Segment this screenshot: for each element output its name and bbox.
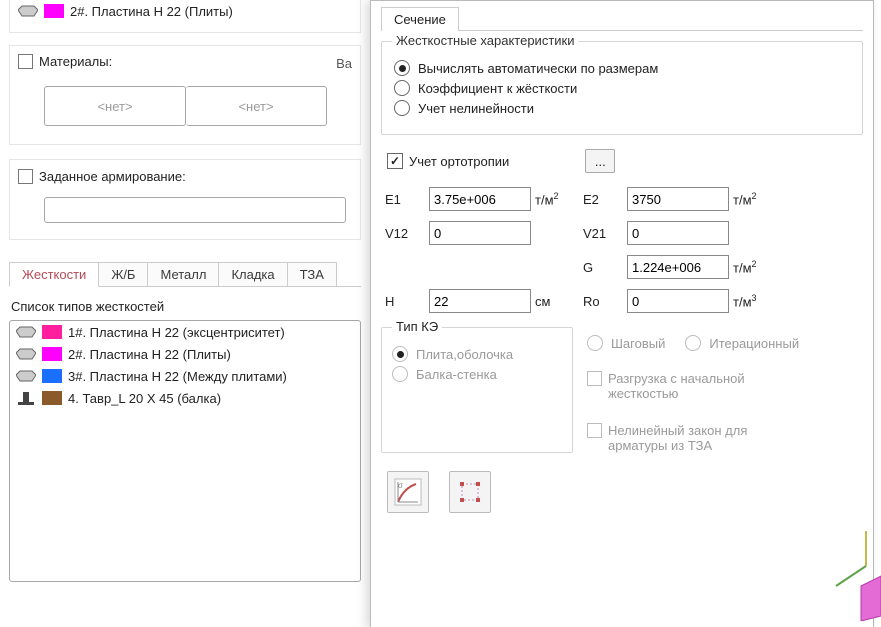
color-swatch [42, 347, 62, 361]
tab-metal[interactable]: Металл [147, 262, 219, 286]
reinforcement-checkbox[interactable]: Заданное армирование: [18, 169, 186, 184]
materials-label: Материалы: [39, 54, 112, 69]
tab-masonry[interactable]: Кладка [218, 262, 287, 286]
material-cell-2[interactable]: <нет> [186, 86, 327, 126]
unit: т/м2 [733, 259, 773, 275]
orthotropy-label: Учет ортотропии [409, 154, 509, 169]
label-e2: E2 [583, 192, 619, 207]
tab-tza[interactable]: ТЗА [287, 262, 337, 286]
parameter-grid: E1 т/м2 E2 т/м2 V12 V21 G т/м2 H см [385, 187, 863, 313]
label-v12: V12 [385, 226, 421, 241]
label-g: G [583, 260, 619, 275]
stiffness-list[interactable]: 1#. Пластина H 22 (эксцентриситет) 2#. П… [9, 320, 361, 582]
list-title: Список типов жесткостей [11, 299, 361, 314]
list-item-label: 4. Тавр_L 20 X 45 (балка) [68, 391, 221, 406]
unload-checkbox: Разгрузка с начальной жесткостью [587, 371, 808, 401]
group-legend: Жесткостные характеристики [392, 33, 578, 48]
top-item-label: 2#. Пластина H 22 (Плиты) [70, 4, 233, 19]
unit: т/м2 [733, 191, 773, 207]
radio-step: Шаговый [587, 335, 665, 351]
list-item[interactable]: 4. Тавр_L 20 X 45 (балка) [10, 387, 360, 409]
radio-icon [394, 100, 410, 116]
radio-wall: Балка-стенка [392, 366, 562, 382]
unit: т/м2 [535, 191, 575, 207]
input-h[interactable] [429, 289, 531, 313]
radio-icon [392, 366, 408, 382]
label-e1: E1 [385, 192, 421, 207]
unit: см [535, 294, 575, 309]
orthotropy-checkbox[interactable]: Учет ортотропии [387, 153, 509, 169]
label-ro: Ro [583, 294, 619, 309]
slab-icon [16, 367, 36, 385]
list-item-label: 1#. Пластина H 22 (эксцентриситет) [68, 325, 285, 340]
checkbox-icon [587, 423, 602, 438]
left-panel: 2#. Пластина H 22 (Плиты) Материалы: Ва … [0, 0, 371, 627]
tab-section[interactable]: Сечение [381, 7, 459, 31]
group-legend: Тип КЭ [392, 319, 442, 334]
radio-icon [394, 80, 410, 96]
radio-plate: Плита,оболочка [392, 346, 562, 362]
radio-icon [587, 335, 603, 351]
slab-icon [18, 2, 38, 20]
label-v21: V21 [583, 226, 619, 241]
radio-coef[interactable]: Коэффициент к жёсткости [394, 80, 850, 96]
tab-stiffness[interactable]: Жесткости [9, 262, 99, 287]
radio-nonlinear[interactable]: Учет нелинейности [394, 100, 850, 116]
more-button[interactable]: ... [585, 149, 615, 173]
slab-icon [16, 323, 36, 341]
check-icon [387, 153, 403, 169]
radio-icon [394, 60, 410, 76]
tab-rc[interactable]: Ж/Б [98, 262, 148, 286]
reinforcement-input[interactable] [44, 197, 346, 223]
input-e1[interactable] [429, 187, 531, 211]
stiffness-group: Жесткостные характеристики Вычислять авт… [381, 41, 863, 135]
input-e2[interactable] [627, 187, 729, 211]
axis-3d-icon [826, 526, 881, 621]
list-item-label: 2#. Пластина H 22 (Плиты) [68, 347, 231, 362]
radio-icon [392, 346, 408, 362]
slab-icon [16, 345, 36, 363]
radio-icon [685, 335, 701, 351]
svg-text:σ: σ [398, 481, 403, 490]
nonlinear-rebar-checkbox: Нелинейный закон для арматуры из ТЗА [587, 423, 808, 453]
ke-type-group: Тип КЭ Плита,оболочка Балка-стенка [381, 327, 573, 453]
checkbox-icon [18, 54, 33, 69]
dialog-tabs: Сечение [381, 7, 863, 31]
input-g[interactable] [627, 255, 729, 279]
tab-bar: Жесткости Ж/Б Металл Кладка ТЗА [9, 262, 361, 287]
sigma-curve-icon: σ [394, 478, 422, 506]
square-nodes-icon [456, 478, 484, 506]
color-swatch [42, 391, 62, 405]
material-cell-1[interactable]: <нет> [44, 86, 186, 126]
unit: т/м3 [733, 293, 773, 309]
top-frame: 2#. Пластина H 22 (Плиты) [9, 0, 361, 33]
reinforcement-frame: Заданное армирование: [9, 159, 361, 240]
input-ro[interactable] [627, 289, 729, 313]
color-swatch [44, 4, 64, 18]
list-item[interactable]: 2#. Пластина H 22 (Плиты) [10, 343, 360, 365]
list-item[interactable]: 1#. Пластина H 22 (эксцентриситет) [10, 321, 360, 343]
section-dialog: Сечение Жесткостные характеристики Вычис… [370, 0, 874, 627]
list-item-label: 3#. Пластина H 22 (Между плитами) [68, 369, 287, 384]
diagram-button[interactable]: σ [387, 471, 429, 513]
reinforcement-label: Заданное армирование: [39, 169, 186, 184]
radio-iter: Итерационный [685, 335, 799, 351]
radio-auto[interactable]: Вычислять автоматически по размерам [394, 60, 850, 76]
input-v12[interactable] [429, 221, 531, 245]
truncated-text: Ва [336, 56, 352, 71]
color-swatch [42, 369, 62, 383]
checkbox-icon [18, 169, 33, 184]
nodes-button[interactable] [449, 471, 491, 513]
materials-frame: Материалы: Ва <нет> <нет> [9, 45, 361, 145]
label-h: H [385, 294, 421, 309]
beam-icon [16, 389, 36, 407]
list-item[interactable]: 3#. Пластина H 22 (Между плитами) [10, 365, 360, 387]
color-swatch [42, 325, 62, 339]
checkbox-icon [587, 371, 602, 386]
input-v21[interactable] [627, 221, 729, 245]
materials-checkbox[interactable]: Материалы: [18, 54, 112, 69]
